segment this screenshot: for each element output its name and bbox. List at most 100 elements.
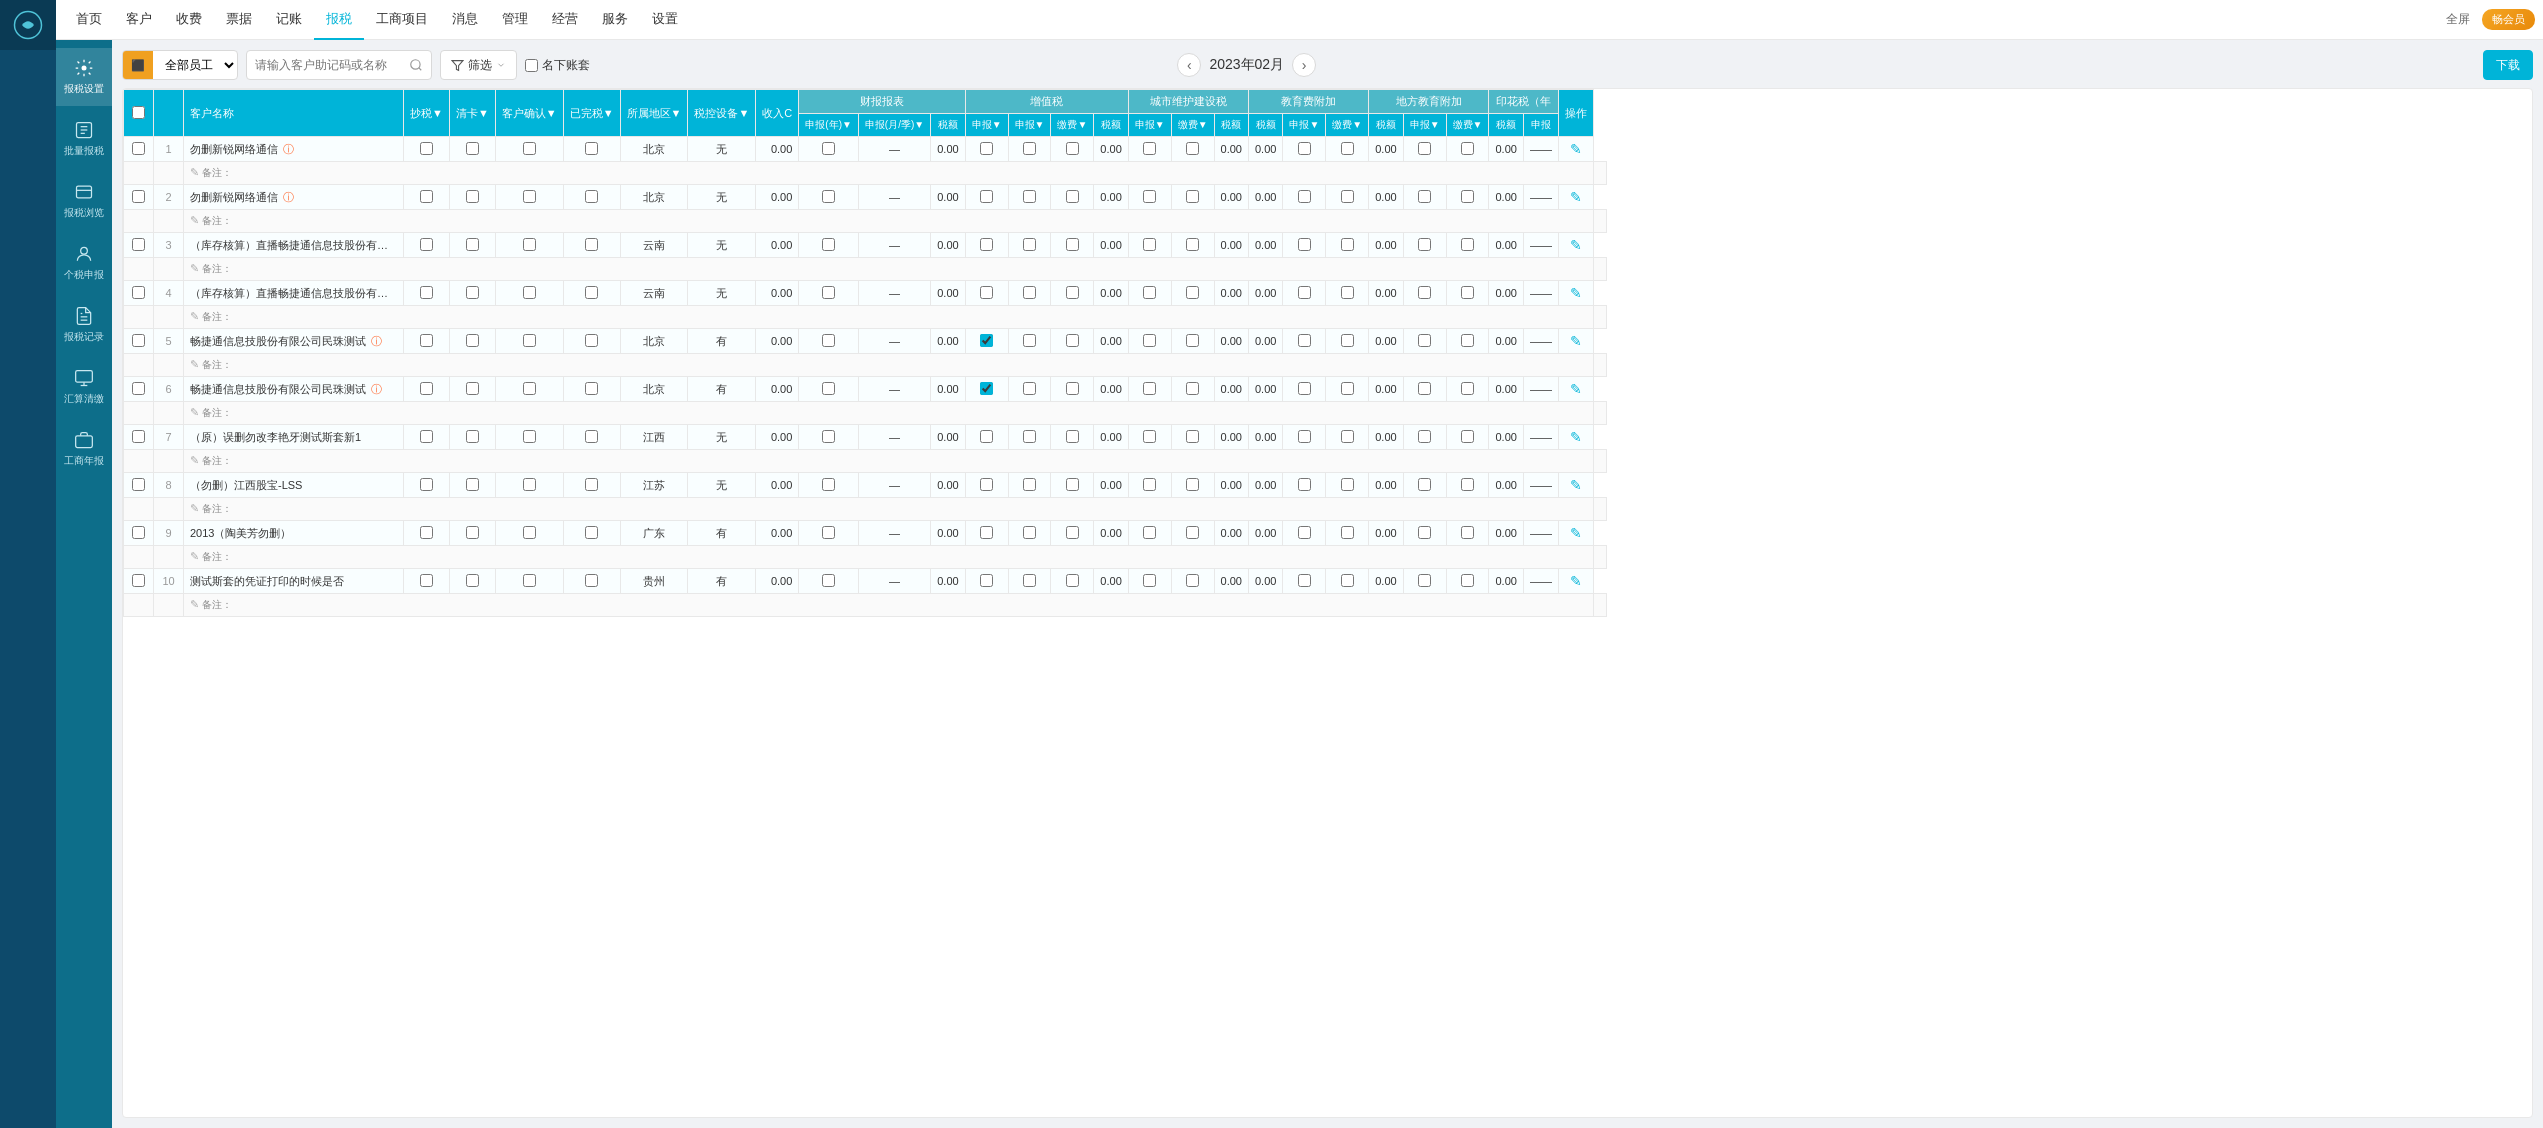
row-qingka[interactable] (449, 425, 495, 450)
filter-button[interactable]: 筛选 (440, 50, 517, 80)
row-caiwu-year[interactable] (799, 521, 859, 546)
row-checkbox[interactable] (132, 142, 145, 155)
row-caiwu-year[interactable] (799, 281, 859, 306)
nav-message[interactable]: 消息 (440, 0, 490, 40)
row-qingka[interactable] (449, 185, 495, 210)
row-checkbox[interactable] (132, 574, 145, 587)
row-zz-sb2[interactable] (1008, 473, 1051, 498)
row-chaoshui[interactable] (404, 569, 450, 594)
pencil-icon[interactable]: ✎ (190, 310, 199, 322)
row-action[interactable]: ✎ (1558, 377, 1593, 402)
row-zz-sb2[interactable] (1008, 281, 1051, 306)
row-action[interactable]: ✎ (1558, 473, 1593, 498)
edit-icon[interactable]: ✎ (1570, 381, 1582, 397)
mingxia-checkbox-label[interactable]: 名下账套 (525, 57, 590, 74)
row-zz-jf[interactable] (1051, 185, 1094, 210)
pencil-icon[interactable]: ✎ (190, 502, 199, 514)
row-action[interactable]: ✎ (1558, 281, 1593, 306)
row-zz-sb1[interactable] (965, 281, 1008, 306)
row-action[interactable]: ✎ (1558, 137, 1593, 162)
row-zz-jf[interactable] (1051, 329, 1094, 354)
row-checkbox-cell[interactable] (124, 137, 154, 162)
pencil-icon[interactable]: ✎ (190, 406, 199, 418)
row-zz-sb2[interactable] (1008, 521, 1051, 546)
mingxia-checkbox[interactable] (525, 59, 538, 72)
row-action[interactable]: ✎ (1558, 329, 1593, 354)
row-caiwu-year[interactable] (799, 329, 859, 354)
row-zz-sb1[interactable] (965, 329, 1008, 354)
note-cell[interactable]: ✎ 备注： (184, 354, 1594, 377)
sidebar2-piliang-baoshui[interactable]: 批量报税 (56, 110, 112, 168)
row-qingka[interactable] (449, 521, 495, 546)
row-df-sb[interactable] (1403, 137, 1446, 162)
note-cell[interactable]: ✎ 备注： (184, 210, 1594, 233)
th-checkbox-all[interactable] (124, 90, 154, 137)
row-zz-sb1[interactable] (965, 521, 1008, 546)
row-jy-jf[interactable] (1326, 137, 1369, 162)
note-cell[interactable]: ✎ 备注： (184, 546, 1594, 569)
tax-table-wrap[interactable]: 客户名称 抄税▼ 清卡▼ 客户确认▼ 已完税▼ 所属地区▼ 税控设备▼ 收入C … (122, 88, 2533, 1118)
row-queren[interactable] (495, 521, 563, 546)
row-df-sb[interactable] (1403, 329, 1446, 354)
row-zz-sb2[interactable] (1008, 425, 1051, 450)
edit-icon[interactable]: ✎ (1570, 285, 1582, 301)
row-wanshui[interactable] (563, 569, 620, 594)
row-chaoshui[interactable] (404, 425, 450, 450)
row-df-jf[interactable] (1446, 185, 1489, 210)
row-queren[interactable] (495, 473, 563, 498)
row-wanshui[interactable] (563, 377, 620, 402)
row-chaoshui[interactable] (404, 185, 450, 210)
row-qingka[interactable] (449, 233, 495, 258)
row-zz-sb1[interactable] (965, 233, 1008, 258)
row-df-sb[interactable] (1403, 377, 1446, 402)
pencil-icon[interactable]: ✎ (190, 598, 199, 610)
prev-month-btn[interactable]: ‹ (1177, 53, 1201, 77)
row-chaoshui[interactable] (404, 473, 450, 498)
row-jy-sb[interactable] (1283, 281, 1326, 306)
employee-select[interactable]: 全部员工 (153, 57, 237, 73)
row-cs-jf[interactable] (1171, 377, 1214, 402)
row-jy-jf[interactable] (1326, 329, 1369, 354)
row-checkbox[interactable] (132, 478, 145, 491)
employee-filter-group[interactable]: ⬛ 全部员工 (122, 50, 238, 80)
row-jy-sb[interactable] (1283, 329, 1326, 354)
pencil-icon[interactable]: ✎ (190, 550, 199, 562)
row-caiwu-year[interactable] (799, 185, 859, 210)
row-jy-jf[interactable] (1326, 473, 1369, 498)
row-cs-jf[interactable] (1171, 233, 1214, 258)
row-caiwu-year[interactable] (799, 569, 859, 594)
row-caiwu-year[interactable] (799, 377, 859, 402)
row-cs-sb[interactable] (1128, 281, 1171, 306)
row-cs-jf[interactable] (1171, 473, 1214, 498)
row-wanshui[interactable] (563, 281, 620, 306)
select-all-checkbox[interactable] (132, 106, 145, 119)
row-df-jf[interactable] (1446, 569, 1489, 594)
row-checkbox[interactable] (132, 382, 145, 395)
row-zz-jf[interactable] (1051, 377, 1094, 402)
row-checkbox-cell[interactable] (124, 329, 154, 354)
row-jy-jf[interactable] (1326, 281, 1369, 306)
nav-customer[interactable]: 客户 (114, 0, 164, 40)
row-df-sb[interactable] (1403, 185, 1446, 210)
row-zz-jf[interactable] (1051, 569, 1094, 594)
nav-settings[interactable]: 设置 (640, 0, 690, 40)
row-queren[interactable] (495, 137, 563, 162)
row-df-sb[interactable] (1403, 473, 1446, 498)
row-zz-jf[interactable] (1051, 521, 1094, 546)
row-zz-jf[interactable] (1051, 281, 1094, 306)
row-jy-jf[interactable] (1326, 377, 1369, 402)
row-queren[interactable] (495, 329, 563, 354)
row-zz-sb1[interactable] (965, 425, 1008, 450)
row-queren[interactable] (495, 377, 563, 402)
row-checkbox[interactable] (132, 334, 145, 347)
row-jy-jf[interactable] (1326, 425, 1369, 450)
sidebar2-geshui-shenbao[interactable]: 个税申报 (56, 234, 112, 292)
row-caiwu-year[interactable] (799, 425, 859, 450)
row-chaoshui[interactable] (404, 137, 450, 162)
row-df-jf[interactable] (1446, 425, 1489, 450)
row-cs-sb[interactable] (1128, 377, 1171, 402)
row-qingka[interactable] (449, 473, 495, 498)
search-input[interactable] (255, 58, 405, 72)
row-checkbox-cell[interactable] (124, 185, 154, 210)
row-chaoshui[interactable] (404, 377, 450, 402)
